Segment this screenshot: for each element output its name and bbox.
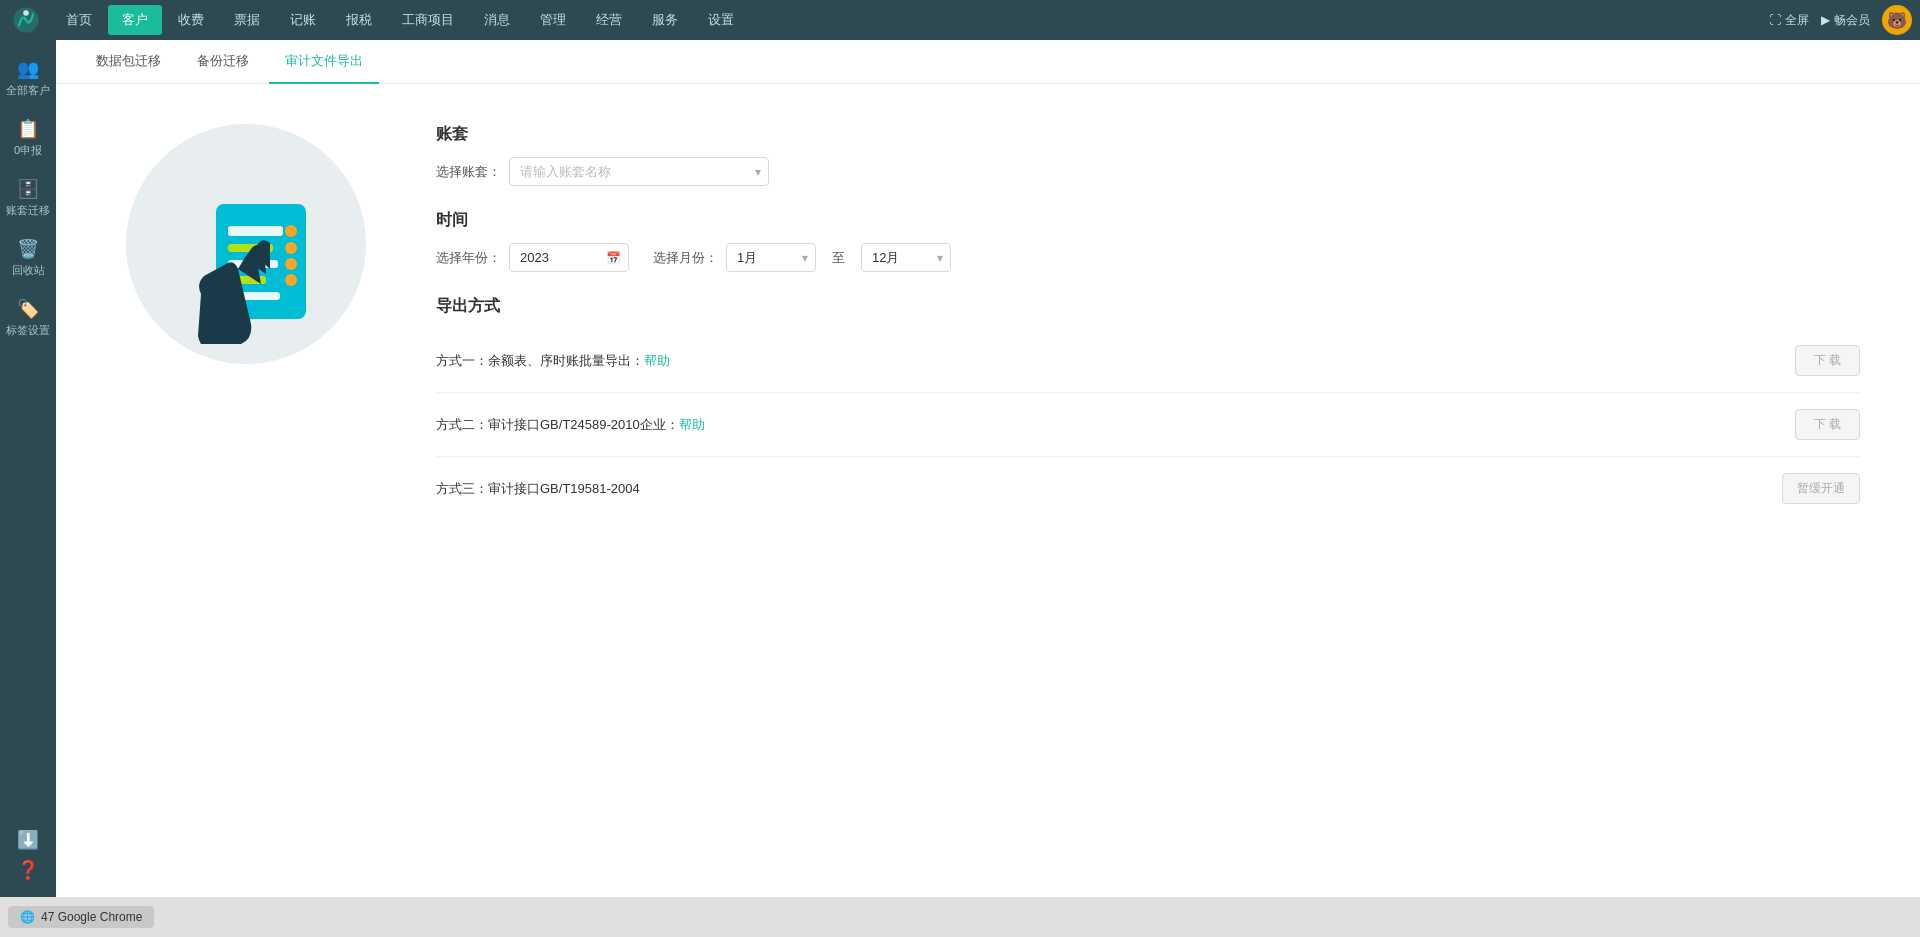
time-form-row: 选择年份： 选择月份： 1月 2月 3月 4月 5月	[436, 243, 1860, 272]
sidebar: 👥 全部客户 📋 0申报 🗄️ 账套迁移 🗑️ 回收站 🏷️ 标签设置 ⬇️ ❓	[0, 40, 56, 897]
sidebar-item-all-clients[interactable]: 👥 全部客户	[0, 48, 56, 108]
vip-icon: ▶	[1821, 13, 1830, 27]
app-logo	[8, 2, 44, 38]
page-content: 账套 选择账套： 请输入账套名称 时间 选择年份：	[56, 84, 1920, 897]
nav-client[interactable]: 客户	[108, 5, 162, 35]
avatar[interactable]: 🐻	[1882, 5, 1912, 35]
export-method-1: 方式一：余额表、序时账批量导出：帮助 下 载	[436, 329, 1860, 393]
svg-point-10	[285, 258, 297, 270]
sidebar-item-recycle[interactable]: 🗑️ 回收站	[0, 228, 56, 288]
chrome-icon: 🌐	[20, 910, 35, 924]
fullscreen-button[interactable]: ⛶ 全屏	[1769, 12, 1809, 29]
time-year-label: 选择年份：	[436, 249, 501, 267]
to-label: 至	[832, 249, 845, 267]
method2-download-button[interactable]: 下 载	[1795, 409, 1860, 440]
content-area: 数据包迁移 备份迁移 审计文件导出	[56, 40, 1920, 897]
tab-data-migration[interactable]: 数据包迁移	[80, 40, 177, 84]
nav-billing[interactable]: 收费	[164, 5, 218, 35]
start-month-select[interactable]: 1月 2月 3月 4月 5月 6月 7月 8月 9月 10月 11月	[726, 243, 816, 272]
method2-prefix: 方式二：审计接口GB/T24589-2010企业：	[436, 417, 679, 432]
fullscreen-icon: ⛶	[1769, 13, 1781, 27]
svg-point-11	[285, 274, 297, 286]
tab-backup-migration[interactable]: 备份迁移	[181, 40, 265, 84]
sidebar-item-tag-settings-label: 标签设置	[6, 323, 50, 338]
account-select-wrapper: 请输入账套名称	[509, 157, 769, 186]
sidebar-item-migration-label: 账套迁移	[6, 203, 50, 218]
taskbar: 🌐 47 Google Chrome	[0, 897, 1920, 937]
nav-operation[interactable]: 经营	[582, 5, 636, 35]
method2-help-link[interactable]: 帮助	[679, 417, 705, 432]
form-area: 账套 选择账套： 请输入账套名称 时间 选择年份：	[436, 124, 1860, 520]
account-section: 账套 选择账套： 请输入账套名称	[436, 124, 1860, 186]
svg-rect-3	[228, 226, 283, 236]
method1-text: 方式一：余额表、序时账批量导出：帮助	[436, 352, 670, 370]
nav-bookkeeping[interactable]: 记账	[276, 5, 330, 35]
all-clients-icon: 👥	[17, 58, 39, 80]
time-section-title: 时间	[436, 210, 1860, 231]
sidebar-item-zero-declare[interactable]: 📋 0申报	[0, 108, 56, 168]
method3-text: 方式三：审计接口GB/T19581-2004	[436, 480, 640, 498]
sidebar-bottom: ⬇️ ❓	[17, 829, 39, 881]
nav-manage[interactable]: 管理	[526, 5, 580, 35]
end-month-select[interactable]: 1月 2月 3月 4月 5月 6月 7月 8月 9月 10月 11月	[861, 243, 951, 272]
nav-service[interactable]: 服务	[638, 5, 692, 35]
sidebar-item-tag-settings[interactable]: 🏷️ 标签设置	[0, 288, 56, 348]
nav-tax[interactable]: 报税	[332, 5, 386, 35]
export-method-3: 方式三：审计接口GB/T19581-2004 暂缓开通	[436, 457, 1860, 520]
account-select[interactable]: 请输入账套名称	[509, 157, 769, 186]
method1-download-button[interactable]: 下 载	[1795, 345, 1860, 376]
nav-home[interactable]: 首页	[52, 5, 106, 35]
nav-settings[interactable]: 设置	[694, 5, 748, 35]
illustration-area	[116, 124, 376, 364]
export-section: 导出方式 方式一：余额表、序时账批量导出：帮助 下 载 方式二：审计接口GB/T…	[436, 296, 1860, 520]
vip-button[interactable]: ▶ 畅会员	[1821, 12, 1870, 29]
sub-tabs: 数据包迁移 备份迁移 审计文件导出	[56, 40, 1920, 84]
main-layout: 👥 全部客户 📋 0申报 🗄️ 账套迁移 🗑️ 回收站 🏷️ 标签设置 ⬇️ ❓…	[0, 40, 1920, 897]
recycle-icon: 🗑️	[17, 238, 39, 260]
nav-message[interactable]: 消息	[470, 5, 524, 35]
sidebar-item-all-clients-label: 全部客户	[6, 83, 50, 98]
method3-open-button[interactable]: 暂缓开通	[1782, 473, 1860, 504]
svg-point-8	[285, 225, 297, 237]
method1-help-link[interactable]: 帮助	[644, 353, 670, 368]
migration-icon: 🗄️	[17, 178, 39, 200]
account-label: 选择账套：	[436, 163, 501, 181]
end-month-select-wrapper: 1月 2月 3月 4月 5月 6月 7月 8月 9月 10月 11月	[861, 243, 951, 272]
account-form-row: 选择账套： 请输入账套名称	[436, 157, 1860, 186]
start-month-select-wrapper: 1月 2月 3月 4月 5月 6月 7月 8月 9月 10月 11月	[726, 243, 816, 272]
export-section-title: 导出方式	[436, 296, 1860, 317]
illustration-circle	[126, 124, 366, 364]
top-navigation: 首页 客户 收费 票据 记账 报税 工商项目 消息 管理 经营 服务 设置 ⛶ …	[0, 0, 1920, 40]
method1-prefix: 方式一：余额表、序时账批量导出：	[436, 353, 644, 368]
year-input[interactable]	[509, 243, 629, 272]
method2-text: 方式二：审计接口GB/T24589-2010企业：帮助	[436, 416, 705, 434]
svg-point-9	[285, 242, 297, 254]
taskbar-item-label: 47 Google Chrome	[41, 910, 142, 924]
vip-label: 畅会员	[1834, 12, 1870, 29]
method3-prefix: 方式三：审计接口GB/T19581-2004	[436, 481, 640, 496]
svg-point-1	[23, 10, 29, 16]
help-bottom-icon[interactable]: ❓	[17, 859, 39, 881]
sidebar-item-zero-declare-label: 0申报	[14, 143, 42, 158]
time-section: 时间 选择年份： 选择月份： 1月 2月 3月 4月	[436, 210, 1860, 272]
zero-declare-icon: 📋	[17, 118, 39, 140]
download-icon[interactable]: ⬇️	[17, 829, 39, 851]
fullscreen-label: 全屏	[1785, 12, 1809, 29]
taskbar-chrome-item[interactable]: 🌐 47 Google Chrome	[8, 906, 154, 928]
time-month-label: 选择月份：	[653, 249, 718, 267]
illustration-svg	[166, 144, 326, 344]
nav-items: 首页 客户 收费 票据 记账 报税 工商项目 消息 管理 经营 服务 设置	[52, 5, 1769, 35]
tag-settings-icon: 🏷️	[17, 298, 39, 320]
account-section-title: 账套	[436, 124, 1860, 145]
nav-invoice[interactable]: 票据	[220, 5, 274, 35]
sidebar-item-migration[interactable]: 🗄️ 账套迁移	[0, 168, 56, 228]
year-input-wrapper	[509, 243, 629, 272]
sidebar-item-recycle-label: 回收站	[12, 263, 45, 278]
top-nav-right: ⛶ 全屏 ▶ 畅会员 🐻	[1769, 5, 1912, 35]
tab-audit-export[interactable]: 审计文件导出	[269, 40, 379, 84]
export-method-2: 方式二：审计接口GB/T24589-2010企业：帮助 下 载	[436, 393, 1860, 457]
nav-business[interactable]: 工商项目	[388, 5, 468, 35]
